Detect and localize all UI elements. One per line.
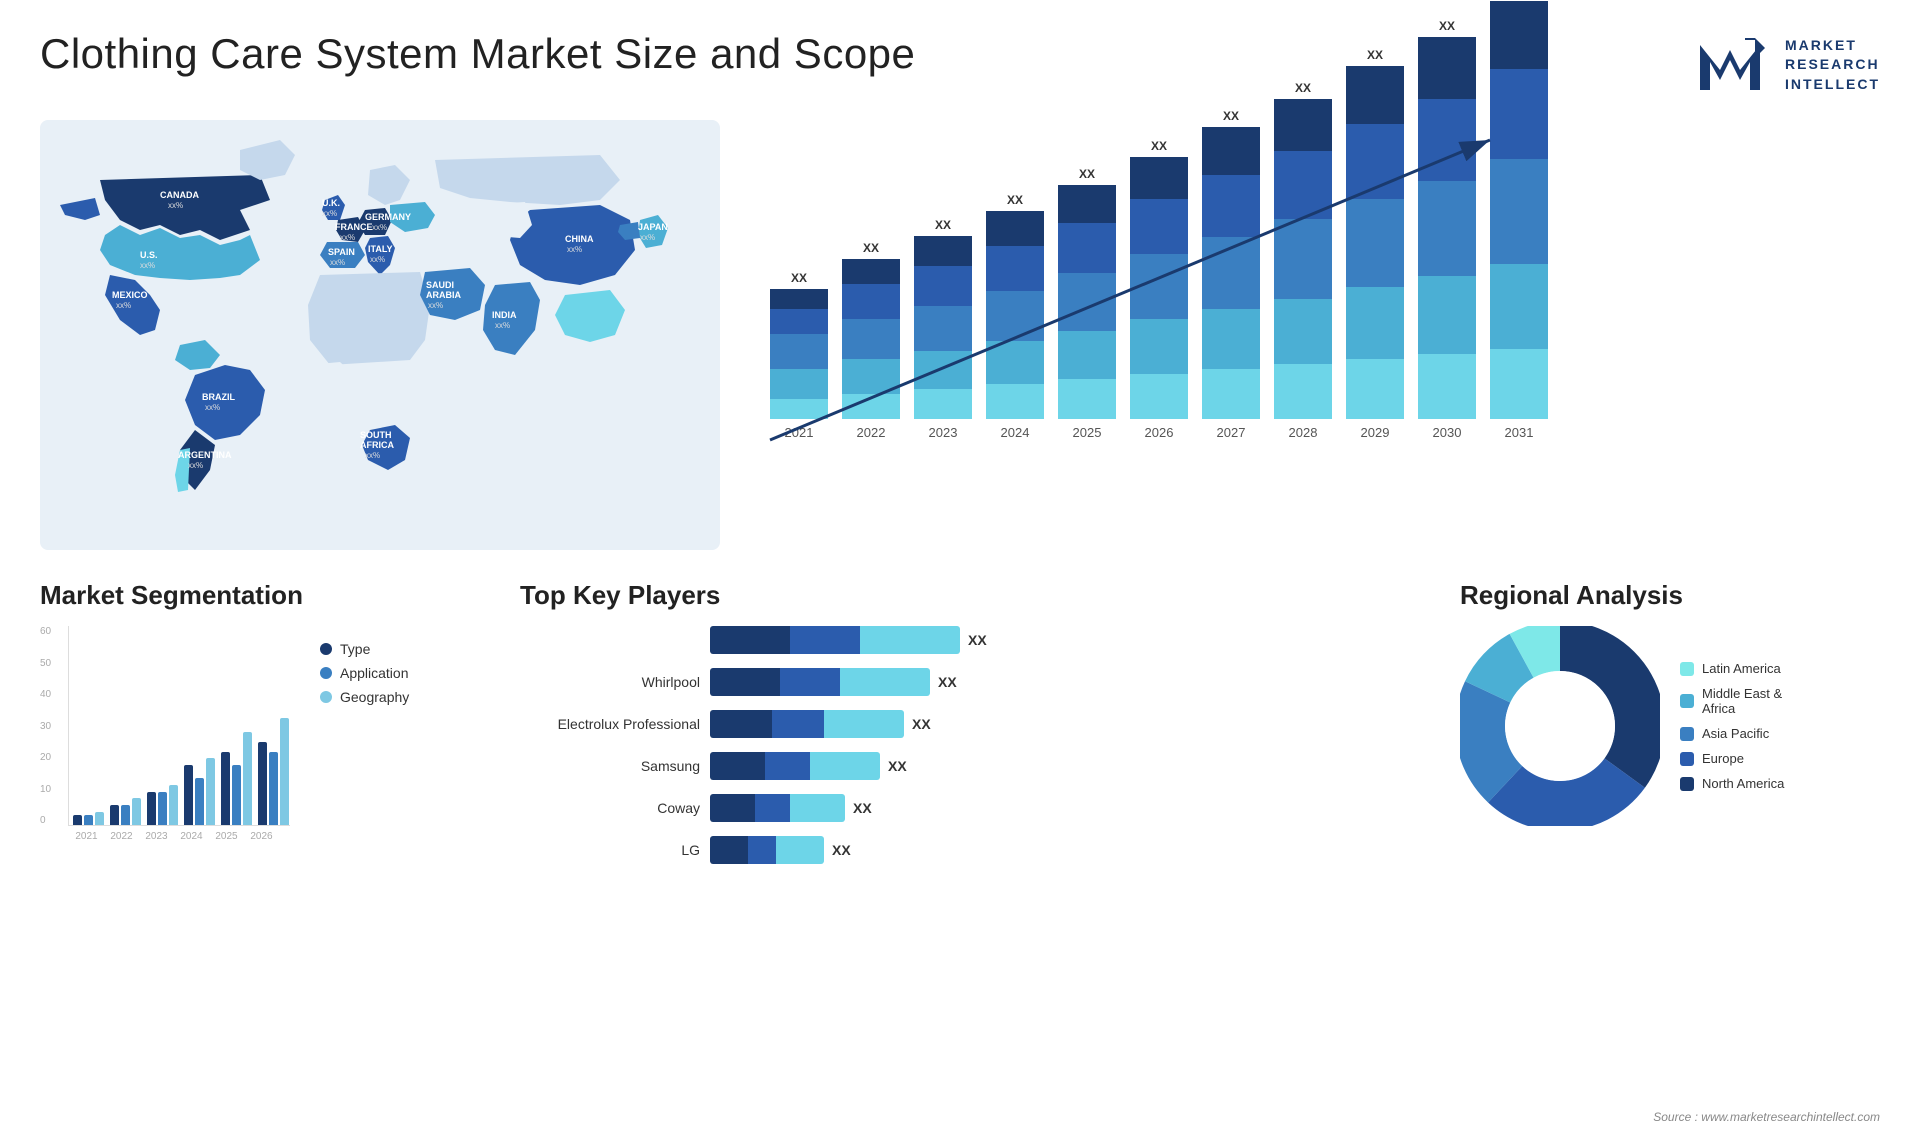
map-pct-france: xx% — [340, 233, 355, 242]
regional-title: Regional Analysis — [1460, 580, 1880, 611]
donut-container: Latin America Middle East &Africa Asia P… — [1460, 626, 1880, 826]
map-pct-germany: xx% — [372, 223, 387, 232]
logo-icon — [1695, 30, 1765, 100]
legend-asia-pacific: Asia Pacific — [1680, 726, 1784, 741]
map-pct-us: xx% — [140, 261, 155, 270]
legend-middle-east-africa: Middle East &Africa — [1680, 686, 1784, 716]
map-pct-italy: xx% — [370, 255, 385, 264]
map-pct-brazil: xx% — [205, 403, 220, 412]
segmentation-title: Market Segmentation — [40, 580, 460, 611]
map-label-us: U.S. — [140, 250, 158, 260]
player-row-1: XX — [520, 626, 1440, 654]
map-label-spain: SPAIN — [328, 247, 355, 257]
legend-europe: Europe — [1680, 751, 1784, 766]
page-header: Clothing Care System Market Size and Sco… — [0, 0, 1920, 110]
map-label-france: FRANCE — [335, 222, 373, 232]
logo-line1: MARKET — [1785, 36, 1857, 56]
bar-2029: XX 2029 — [1346, 48, 1404, 440]
logo-container: MARKET RESEARCH INTELLECT — [1695, 30, 1880, 100]
bottom-content: Market Segmentation 60 50 40 30 20 10 0 — [0, 560, 1920, 878]
seg-chart: 60 50 40 30 20 10 0 — [40, 626, 290, 842]
key-players-section: Top Key Players XX Whirlpool — [480, 580, 1440, 878]
legend-north-america: North America — [1680, 776, 1784, 791]
map-label-italy: ITALY — [368, 244, 393, 254]
seg-bar-2023 — [147, 785, 178, 825]
bar-2030: XX 2030 — [1418, 19, 1476, 440]
bar-2025: XX 2025 — [1058, 167, 1116, 440]
donut-legend: Latin America Middle East &Africa Asia P… — [1680, 661, 1784, 791]
map-label-sa2: AFRICA — [360, 440, 394, 450]
bars-container: XX 2021 XX — [760, 120, 1880, 440]
bar-2022: XX 2022 — [842, 241, 900, 440]
map-label-saudi: SAUDI — [426, 280, 454, 290]
bar-2027: XX 2027 — [1202, 109, 1260, 440]
seg-bar-2021 — [73, 812, 104, 825]
world-map-svg: CANADA xx% U.S. xx% MEXICO xx% BRAZIL xx… — [40, 120, 720, 550]
seg-bar-2026 — [258, 718, 289, 825]
map-label-japan: JAPAN — [638, 222, 668, 232]
source-text: Source : www.marketresearchintellect.com — [1653, 1108, 1880, 1126]
map-label-canada: CANADA — [160, 190, 199, 200]
player-row-lg: LG XX — [520, 836, 1440, 864]
bar-2031: XX 2031 — [1490, 0, 1548, 440]
player-row-coway: Coway XX — [520, 794, 1440, 822]
logo-line3: INTELLECT — [1785, 75, 1880, 95]
bar-2026: XX 2026 — [1130, 139, 1188, 440]
legend-latin-america: Latin America — [1680, 661, 1784, 676]
player-row-whirlpool: Whirlpool XX — [520, 668, 1440, 696]
map-pct-canada: xx% — [168, 201, 183, 210]
map-label-uk: U.K. — [322, 198, 340, 208]
map-label-brazil: BRAZIL — [202, 392, 235, 402]
regional-section: Regional Analysis — [1460, 580, 1880, 878]
map-pct-china: xx% — [567, 245, 582, 254]
page-title: Clothing Care System Market Size and Sco… — [40, 30, 915, 78]
bar-2021: XX 2021 — [770, 271, 828, 440]
player-row-samsung: Samsung XX — [520, 752, 1440, 780]
map-label-argentina: ARGENTINA — [178, 450, 232, 460]
map-label-sa: SOUTH — [360, 430, 392, 440]
logo-text: MARKET RESEARCH INTELLECT — [1785, 36, 1880, 95]
map-label-saudi2: ARABIA — [426, 290, 461, 300]
bar-2028: XX 2028 — [1274, 81, 1332, 440]
map-label-germany: GERMANY — [365, 212, 411, 222]
map-pct-uk: xx% — [322, 209, 337, 218]
map-pct-saudi: xx% — [428, 301, 443, 310]
top-content: CANADA xx% U.S. xx% MEXICO xx% BRAZIL xx… — [0, 110, 1920, 550]
map-pct-spain: xx% — [330, 258, 345, 267]
bar-2023: XX 2023 — [914, 218, 972, 440]
legend-dot-geography — [320, 691, 332, 703]
seg-bar-2022 — [110, 798, 141, 825]
players-chart: XX Whirlpool XX Electrolux Professional — [520, 626, 1440, 864]
player-row-electrolux: Electrolux Professional XX — [520, 710, 1440, 738]
map-label-mexico: MEXICO — [112, 290, 148, 300]
legend-application: Application — [320, 665, 409, 681]
seg-bar-2024 — [184, 758, 215, 825]
key-players-title: Top Key Players — [520, 580, 1440, 611]
map-pct-japan: xx% — [640, 233, 655, 242]
world-map-section: CANADA xx% U.S. xx% MEXICO xx% BRAZIL xx… — [40, 120, 720, 550]
seg-bar-2025 — [221, 732, 252, 825]
map-pct-mexico: xx% — [116, 301, 131, 310]
map-label-china: CHINA — [565, 234, 594, 244]
map-pct-sa: xx% — [365, 451, 380, 460]
map-pct-argentina: xx% — [188, 461, 203, 470]
legend-geography: Geography — [320, 689, 409, 705]
seg-legend: Type Application Geography — [310, 641, 409, 713]
legend-dot-application — [320, 667, 332, 679]
map-label-india: INDIA — [492, 310, 517, 320]
legend-dot-type — [320, 643, 332, 655]
bar-2024: XX 2024 — [986, 193, 1044, 440]
logo-line2: RESEARCH — [1785, 55, 1880, 75]
legend-type: Type — [320, 641, 409, 657]
segmentation-section: Market Segmentation 60 50 40 30 20 10 0 — [40, 580, 460, 878]
bar-chart-section: XX 2021 XX — [740, 120, 1880, 550]
donut-chart — [1460, 626, 1660, 826]
map-pct-india: xx% — [495, 321, 510, 330]
